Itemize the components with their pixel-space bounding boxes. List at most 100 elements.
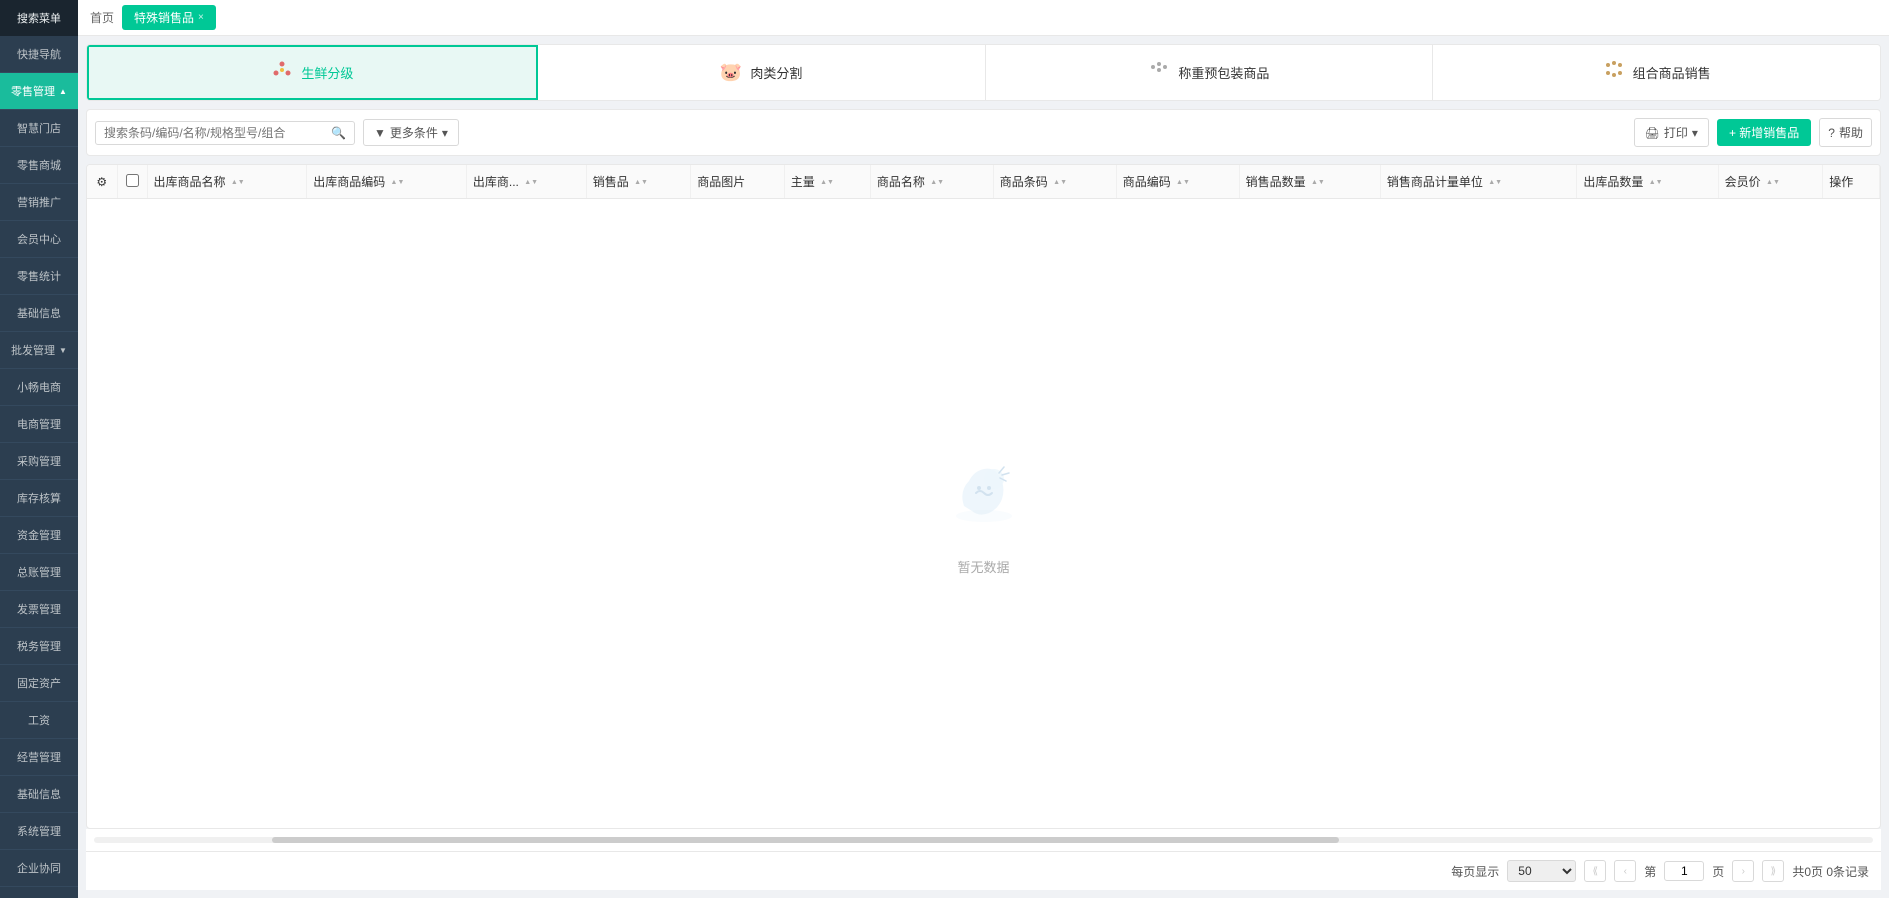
print-icon: 🖨 xyxy=(1645,126,1660,140)
cat-tab-fresh-grading-label: 生鲜分级 xyxy=(301,63,353,82)
sidebar: 搜索菜单 快捷导航 零售管理 ▲ 智慧门店 零售商城 营销推广 会员中心 零售统… xyxy=(0,0,78,898)
toolbar: 🔍 ▼ 更多条件 ▾ 🖨 打印 ▾ + 新增销售品 ? 帮助 xyxy=(86,109,1881,156)
sidebar-item-label: 会员中心 xyxy=(17,231,61,247)
page-label: 第 xyxy=(1644,863,1656,880)
help-button[interactable]: ? 帮助 xyxy=(1819,118,1872,147)
chevron-down-icon: ▼ xyxy=(59,346,67,355)
col-outlet-qty[interactable]: 出库品数量 ▲▼ xyxy=(1577,165,1718,199)
first-page-button[interactable]: ⟪ xyxy=(1584,860,1606,882)
col-outlet-name[interactable]: 出库商品名称 ▲▼ xyxy=(147,165,307,199)
scrollbar-thumb[interactable] xyxy=(272,837,1339,843)
select-all-checkbox[interactable] xyxy=(126,174,139,187)
cat-tab-weight-prepack[interactable]: 称重预包装商品 xyxy=(986,45,1434,100)
col-product-code[interactable]: 商品编码 ▲▼ xyxy=(1116,165,1239,199)
col-settings[interactable]: ⚙ xyxy=(87,165,117,199)
sidebar-item-label: 零售统计 xyxy=(17,268,61,284)
page-size-select[interactable]: 10 20 50 100 xyxy=(1507,860,1576,882)
sort-arrows: ▲▼ xyxy=(391,179,405,186)
close-tab-icon[interactable]: × xyxy=(198,12,204,23)
sidebar-item-member-center[interactable]: 会员中心 xyxy=(0,221,78,258)
sidebar-item-label: 零售管理 xyxy=(11,83,55,99)
per-page-label: 每页显示 xyxy=(1451,863,1499,880)
sidebar-item-invoice-mgmt[interactable]: 发票管理 xyxy=(0,591,78,628)
col-product-img[interactable]: 商品图片 xyxy=(691,165,784,199)
next-page-button[interactable]: › xyxy=(1732,860,1754,882)
sort-arrows: ▲▼ xyxy=(634,179,648,186)
sidebar-item-smart-store[interactable]: 智慧门店 xyxy=(0,110,78,147)
sidebar-item-quick-nav[interactable]: 快捷导航 xyxy=(0,36,78,73)
col-member-price[interactable]: 会员价 ▲▼ xyxy=(1718,165,1823,199)
meat-cutting-icon: 🐷 xyxy=(720,62,742,83)
sidebar-item-general-ledger[interactable]: 总账管理 xyxy=(0,554,78,591)
sidebar-item-label: 系统管理 xyxy=(17,823,61,839)
sidebar-item-label: 基础信息 xyxy=(17,305,61,321)
total-label: 共0页 0条记录 xyxy=(1792,863,1869,880)
main-content: 首页 特殊销售品 × 生鲜分级 � xyxy=(78,0,1889,898)
sidebar-item-retail-mall[interactable]: 零售商城 xyxy=(0,147,78,184)
page-number-input[interactable] xyxy=(1664,861,1704,881)
sidebar-item-wages[interactable]: 工资 xyxy=(0,702,78,739)
table-container: ⚙ 出库商品名称 ▲▼ 出库商品编码 ▲▼ 出库 xyxy=(86,164,1881,829)
add-product-button[interactable]: + 新增销售品 xyxy=(1717,119,1811,146)
sidebar-item-fixed-assets[interactable]: 固定资产 xyxy=(0,665,78,702)
sidebar-item-label: 零售商城 xyxy=(17,157,61,173)
prev-page-button[interactable]: ‹ xyxy=(1614,860,1636,882)
page-container: 生鲜分级 🐷 肉类分割 称重预包装商品 xyxy=(78,36,1889,898)
home-link[interactable]: 首页 xyxy=(90,9,114,26)
col-barcode[interactable]: 商品条码 ▲▼ xyxy=(993,165,1116,199)
sidebar-item-ops-mgmt[interactable]: 经营管理 xyxy=(0,739,78,776)
sidebar-item-label: 税务管理 xyxy=(17,638,61,654)
weight-prepack-icon xyxy=(1148,59,1170,86)
sidebar-item-label: 小畅电商 xyxy=(17,379,61,395)
sidebar-item-label: 经营管理 xyxy=(17,749,61,765)
col-outlet-spec[interactable]: 出库商... ▲▼ xyxy=(466,165,586,199)
sidebar-item-retail-stats[interactable]: 零售统计 xyxy=(0,258,78,295)
col-sales-unit[interactable]: 销售商品计量单位 ▲▼ xyxy=(1380,165,1576,199)
col-checkbox[interactable] xyxy=(117,165,147,199)
sidebar-item-capital-mgmt[interactable]: 资金管理 xyxy=(0,517,78,554)
cat-tab-meat-cutting[interactable]: 🐷 肉类分割 xyxy=(538,45,986,100)
last-page-button[interactable]: ⟫ xyxy=(1762,860,1784,882)
print-button[interactable]: 🖨 打印 ▾ xyxy=(1634,118,1709,147)
col-product-name[interactable]: 商品名称 ▲▼ xyxy=(870,165,993,199)
sidebar-item-new-guide[interactable]: 新手引导 xyxy=(0,887,78,898)
cat-tab-weight-prepack-label: 称重预包装商品 xyxy=(1178,63,1269,82)
col-sales-item[interactable]: 销售品 ▲▼ xyxy=(586,165,691,199)
sidebar-item-sys-mgmt[interactable]: 系统管理 xyxy=(0,813,78,850)
sidebar-item-mini-ecomm[interactable]: 小畅电商 xyxy=(0,369,78,406)
cat-tab-fresh-grading[interactable]: 生鲜分级 xyxy=(87,45,538,100)
category-tabs: 生鲜分级 🐷 肉类分割 称重预包装商品 xyxy=(86,44,1881,101)
sidebar-item-basic-info[interactable]: 基础信息 xyxy=(0,295,78,332)
filter-button[interactable]: ▼ 更多条件 ▾ xyxy=(363,119,459,146)
sidebar-item-inventory[interactable]: 库存核算 xyxy=(0,480,78,517)
sidebar-item-wholesale-mgmt[interactable]: 批发管理 ▼ xyxy=(0,332,78,369)
active-tab[interactable]: 特殊销售品 × xyxy=(122,5,216,30)
sidebar-item-label: 批发管理 xyxy=(11,342,55,358)
filter-icon: ▼ xyxy=(374,126,386,140)
sort-arrows: ▲▼ xyxy=(231,179,245,186)
toolbar-right: 🖨 打印 ▾ + 新增销售品 ? 帮助 xyxy=(1634,118,1872,147)
sidebar-item-retail-mgmt[interactable]: 零售管理 ▲ xyxy=(0,73,78,110)
cat-tab-combo-sales[interactable]: 组合商品销售 xyxy=(1433,45,1880,100)
col-sales-qty[interactable]: 销售品数量 ▲▼ xyxy=(1239,165,1380,199)
search-icon: 🔍 xyxy=(331,126,346,140)
cat-tab-meat-cutting-label: 肉类分割 xyxy=(750,63,802,82)
sidebar-item-ecomm-mgmt[interactable]: 电商管理 xyxy=(0,406,78,443)
sort-arrows: ▲▼ xyxy=(820,179,834,186)
scrollbar-track[interactable] xyxy=(94,837,1873,843)
sort-arrows: ▲▼ xyxy=(1053,179,1067,186)
sort-arrows: ▲▼ xyxy=(930,179,944,186)
fresh-grading-icon xyxy=(271,59,293,86)
topbar: 首页 特殊销售品 × xyxy=(78,0,1889,36)
sidebar-logo[interactable]: 搜索菜单 xyxy=(0,0,78,36)
col-outlet-code[interactable]: 出库商品编码 ▲▼ xyxy=(307,165,467,199)
sidebar-item-purchase-mgmt[interactable]: 采购管理 xyxy=(0,443,78,480)
search-input[interactable] xyxy=(104,126,327,140)
sidebar-item-tax-mgmt[interactable]: 税务管理 xyxy=(0,628,78,665)
sidebar-item-corp-agreement[interactable]: 企业协同 xyxy=(0,850,78,887)
sidebar-item-sales-promo[interactable]: 营销推广 xyxy=(0,184,78,221)
col-weight[interactable]: 主量 ▲▼ xyxy=(784,165,870,199)
sidebar-item-basic-info2[interactable]: 基础信息 xyxy=(0,776,78,813)
sort-arrows: ▲▼ xyxy=(1649,179,1663,186)
sidebar-item-label: 基础信息 xyxy=(17,786,61,802)
